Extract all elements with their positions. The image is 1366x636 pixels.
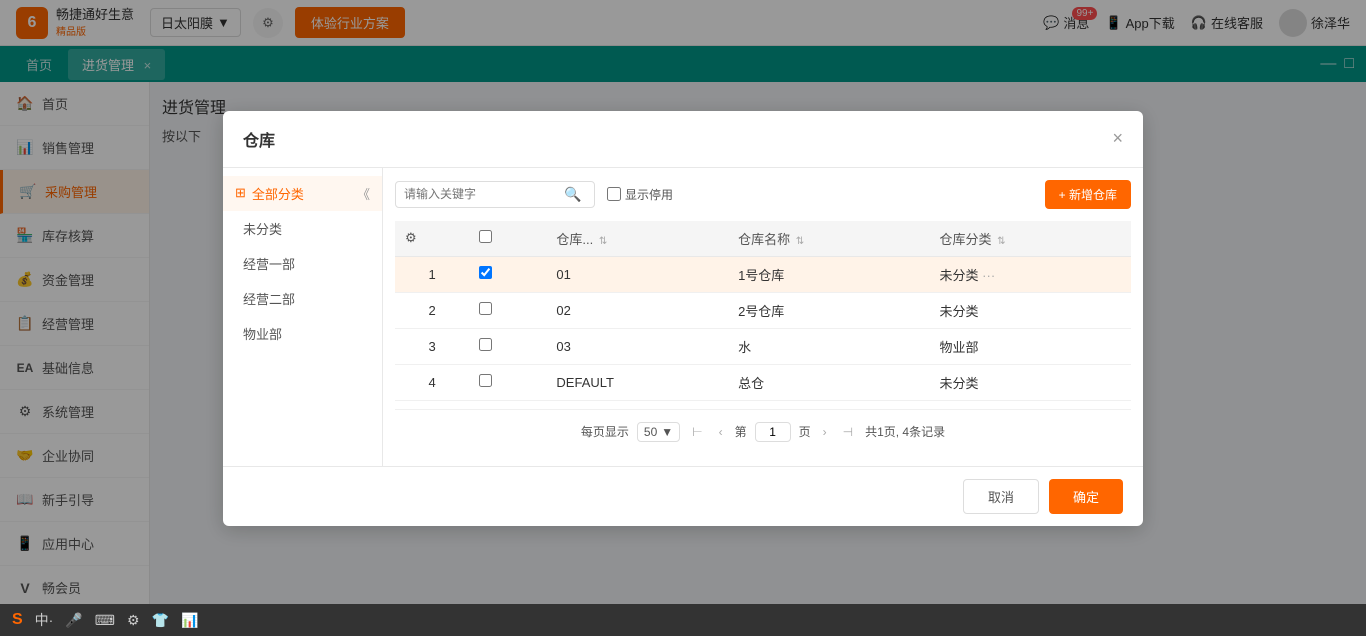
cancel-button[interactable]: 取消 (963, 479, 1039, 514)
row4-category: 未分类 (930, 364, 1131, 400)
total-label: 共1页, 4条记录 (865, 423, 945, 440)
row3-category: 物业部 (930, 328, 1131, 364)
modal-close-button[interactable]: × (1112, 128, 1123, 149)
col-checkbox (469, 221, 546, 257)
show-disabled-label: 显示停用 (607, 186, 673, 203)
page-label: 页 (799, 423, 811, 440)
sort-category-icon: ⇅ (997, 236, 1005, 247)
row1-code: 01 (546, 256, 728, 292)
row1-checkbox-cell (469, 256, 546, 292)
per-page-label: 每页显示 (581, 423, 629, 440)
prev-page-button[interactable]: ‹ (715, 423, 727, 441)
category-panel: ⊞ 全部分类 《 未分类 经营一部 经营二部 物业部 (223, 168, 383, 466)
category-item-property[interactable]: 物业部 (223, 316, 382, 351)
category-item-dept1[interactable]: 经营一部 (223, 246, 382, 281)
search-input-wrap: 🔍 (395, 181, 595, 208)
modal-title: 仓库 (243, 127, 275, 151)
select-all-checkbox[interactable] (479, 230, 492, 243)
row4-checkbox[interactable] (479, 374, 492, 387)
per-page-value: 50 (644, 425, 657, 439)
table-row[interactable]: 2 02 2号仓库 未分类 (395, 292, 1131, 328)
page-number-input[interactable] (755, 422, 791, 442)
modal-body: ⊞ 全部分类 《 未分类 经营一部 经营二部 物业部 🔍 (223, 168, 1143, 466)
collapse-icon[interactable]: 《 (357, 184, 370, 203)
modal-footer: 取消 确定 (223, 466, 1143, 526)
per-page-select[interactable]: 50 ▼ (637, 422, 680, 442)
bottom-settings-icon[interactable]: ⚙ (127, 612, 140, 629)
row2-category: 未分类 (930, 292, 1131, 328)
row1-name: 1号仓库 (728, 256, 929, 292)
bottom-logo-icon: S (12, 611, 23, 629)
category-item-dept2[interactable]: 经营二部 (223, 281, 382, 316)
table-body: 1 01 1号仓库 未分类 ··· 2 02 2号仓库 (395, 256, 1131, 400)
bottom-bar: S 中· 🎤 ⌨ ⚙ 👕 📊 (0, 604, 1366, 636)
row3-name: 水 (728, 328, 929, 364)
warehouse-modal: 仓库 × ⊞ 全部分类 《 未分类 经营一部 经营二部 物业部 (223, 111, 1143, 526)
row3-code: 03 (546, 328, 728, 364)
col-name: 仓库名称 ⇅ (728, 221, 929, 257)
row1-checkbox[interactable] (479, 266, 492, 279)
bottom-chart-icon: 📊 (181, 612, 198, 629)
all-category-label: 全部分类 (252, 184, 304, 203)
row1-more-icon[interactable]: ··· (982, 268, 995, 283)
col-category: 仓库分类 ⇅ (930, 221, 1131, 257)
confirm-button[interactable]: 确定 (1049, 479, 1123, 514)
page-label-pre: 第 (735, 423, 747, 440)
row3-settings: 3 (395, 328, 469, 364)
table-row[interactable]: 3 03 水 物业部 (395, 328, 1131, 364)
row3-checkbox[interactable] (479, 338, 492, 351)
row4-settings: 4 (395, 364, 469, 400)
bottom-shirt-icon: 👕 (152, 612, 169, 629)
row4-checkbox-cell (469, 364, 546, 400)
bottom-zh-icon: 中· (35, 610, 54, 630)
table-row[interactable]: 4 DEFAULT 总仓 未分类 (395, 364, 1131, 400)
table-container: ⚙ 仓库... ⇅ 仓库名称 ⇅ 仓库分类 ⇅ 1 01 (395, 221, 1131, 401)
col-settings: ⚙ (395, 221, 469, 257)
bottom-keyboard-icon[interactable]: ⌨ (95, 612, 115, 629)
table-header-row: ⚙ 仓库... ⇅ 仓库名称 ⇅ 仓库分类 ⇅ (395, 221, 1131, 257)
show-disabled-text: 显示停用 (625, 186, 673, 203)
table-panel: 🔍 显示停用 + 新增仓库 ⚙ (383, 168, 1143, 466)
table-header: ⚙ 仓库... ⇅ 仓库名称 ⇅ 仓库分类 ⇅ (395, 221, 1131, 257)
first-page-button[interactable]: ⊢ (688, 423, 706, 441)
search-icon: 🔍 (564, 186, 581, 203)
row4-name: 总仓 (728, 364, 929, 400)
row1-category: 未分类 ··· (930, 256, 1131, 292)
row1-settings: 1 (395, 256, 469, 292)
per-page-dropdown-icon: ▼ (661, 425, 673, 439)
row2-checkbox[interactable] (479, 302, 492, 315)
row4-code: DEFAULT (546, 364, 728, 400)
add-warehouse-button[interactable]: + 新增仓库 (1045, 180, 1131, 209)
modal-header: 仓库 × (223, 111, 1143, 168)
grid-icon: ⊞ (235, 185, 246, 201)
bottom-mic-icon[interactable]: 🎤 (65, 612, 82, 629)
row2-code: 02 (546, 292, 728, 328)
all-category-button[interactable]: ⊞ 全部分类 《 (223, 176, 382, 211)
next-page-button[interactable]: › (819, 423, 831, 441)
search-bar: 🔍 显示停用 + 新增仓库 (395, 180, 1131, 209)
show-disabled-checkbox[interactable] (607, 187, 621, 201)
row2-settings: 2 (395, 292, 469, 328)
row2-name: 2号仓库 (728, 292, 929, 328)
search-input[interactable] (404, 187, 564, 201)
warehouse-table: ⚙ 仓库... ⇅ 仓库名称 ⇅ 仓库分类 ⇅ 1 01 (395, 221, 1131, 401)
col-code: 仓库... ⇅ (546, 221, 728, 257)
pagination: 每页显示 50 ▼ ⊢ ‹ 第 页 › ⊣ 共1页, 4条记录 (395, 409, 1131, 454)
row3-checkbox-cell (469, 328, 546, 364)
table-row[interactable]: 1 01 1号仓库 未分类 ··· (395, 256, 1131, 292)
last-page-button[interactable]: ⊣ (839, 423, 857, 441)
sort-name-icon: ⇅ (796, 236, 804, 247)
row2-checkbox-cell (469, 292, 546, 328)
modal-overlay: 仓库 × ⊞ 全部分类 《 未分类 经营一部 经营二部 物业部 (0, 0, 1366, 636)
category-item-unclassified[interactable]: 未分类 (223, 211, 382, 246)
sort-code-icon: ⇅ (599, 236, 607, 247)
